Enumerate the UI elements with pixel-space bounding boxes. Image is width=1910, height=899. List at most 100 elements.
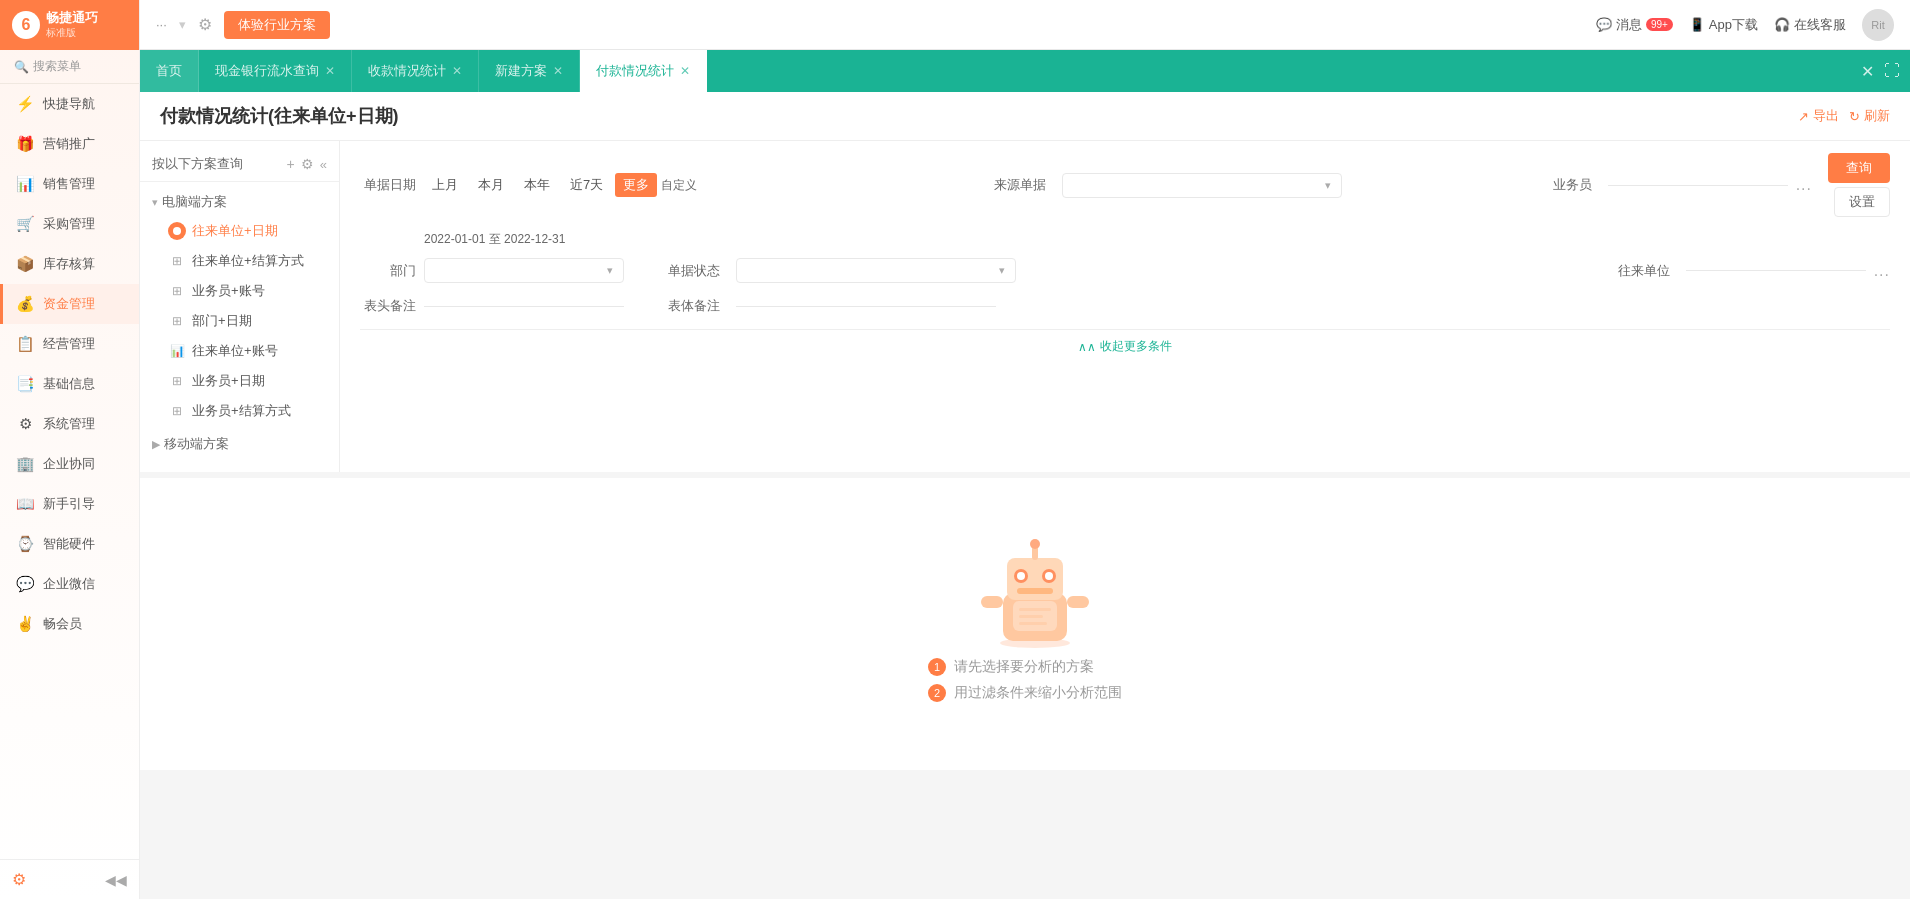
scheme-group-mobile-label: 移动端方案 bbox=[164, 435, 229, 453]
settings-bottom-icon[interactable]: ⚙ bbox=[12, 870, 26, 889]
page-header: 付款情况统计(往来单位+日期) ↗ 导出 ↻ 刷新 bbox=[140, 92, 1910, 141]
svg-rect-15 bbox=[1019, 622, 1047, 625]
table-icon: ⊞ bbox=[168, 372, 186, 390]
partner-dots-button[interactable]: ... bbox=[1874, 262, 1890, 280]
sidebar-item-enterprise[interactable]: 🏢 企业协同 bbox=[0, 444, 139, 484]
date-custom-label[interactable]: 自定义 bbox=[661, 177, 697, 194]
date-preset-this-month[interactable]: 本月 bbox=[470, 173, 512, 197]
tab-payments[interactable]: 付款情况统计 ✕ bbox=[580, 50, 707, 92]
close-new-scheme-icon[interactable]: ✕ bbox=[553, 64, 563, 78]
sidebar-item-basic[interactable]: 📑 基础信息 bbox=[0, 364, 139, 404]
header-note-label: 表头备注 bbox=[360, 297, 424, 315]
scheme-item-label: 部门+日期 bbox=[192, 312, 252, 330]
scheme-item-partner-account[interactable]: 📊 往来单位+账号 bbox=[140, 336, 339, 366]
sidebar-item-guide[interactable]: 📖 新手引导 bbox=[0, 484, 139, 524]
scheme-item-label: 往来单位+结算方式 bbox=[192, 252, 304, 270]
sidebar-bottom: ⚙ ◀◀ bbox=[0, 859, 139, 899]
message-label: 消息 bbox=[1616, 16, 1642, 34]
scheme-group-mobile-title[interactable]: ▶ 移动端方案 bbox=[140, 430, 339, 458]
topbar: ··· ▾ ⚙ 体验行业方案 💬 消息 99+ 📱 App下载 🎧 在线客服 R… bbox=[140, 0, 1910, 50]
sidebar-item-label: 基础信息 bbox=[43, 375, 95, 393]
tab-cash-flow[interactable]: 现金银行流水查询 ✕ bbox=[199, 50, 352, 92]
salesperson-dots-button[interactable]: ... bbox=[1796, 176, 1812, 194]
scheme-item-salesperson-account[interactable]: ⊞ 业务员+账号 bbox=[140, 276, 339, 306]
online-service-button[interactable]: 🎧 在线客服 bbox=[1774, 16, 1846, 34]
system-icon: ⚙ bbox=[15, 414, 35, 434]
scheme-collapse-icon[interactable]: « bbox=[320, 157, 327, 172]
scheme-add-icon[interactable]: + bbox=[287, 156, 295, 172]
breadcrumb: ··· bbox=[156, 17, 167, 32]
tab-home[interactable]: 首页 bbox=[140, 50, 199, 92]
avatar[interactable]: Rit bbox=[1862, 9, 1894, 41]
sidebar-item-quick-nav[interactable]: ⚡ 快捷导航 bbox=[0, 84, 139, 124]
topbar-settings-button[interactable]: ⚙ bbox=[198, 15, 212, 34]
tab-receivables[interactable]: 收款情况统计 ✕ bbox=[352, 50, 479, 92]
scheme-item-dept-date[interactable]: ⊞ 部门+日期 bbox=[140, 306, 339, 336]
query-button[interactable]: 查询 bbox=[1828, 153, 1890, 183]
sidebar-item-label: 营销推广 bbox=[43, 135, 95, 153]
sidebar-collapse-button[interactable]: ◀◀ bbox=[105, 872, 127, 888]
tabbar: 首页 现金银行流水查询 ✕ 收款情况统计 ✕ 新建方案 ✕ 付款情况统计 ✕ ✕… bbox=[140, 50, 1910, 92]
hint-num-1: 1 bbox=[928, 658, 946, 676]
search-icon: 🔍 bbox=[14, 60, 29, 74]
search-label: 搜索菜单 bbox=[33, 58, 81, 75]
industry-btn[interactable]: 体验行业方案 bbox=[224, 11, 330, 39]
quick-nav-icon: ⚡ bbox=[15, 94, 35, 114]
sidebar-item-funds[interactable]: 💰 资金管理 bbox=[0, 284, 139, 324]
scheme-item-label: 往来单位+日期 bbox=[192, 222, 278, 240]
close-all-tabs-icon[interactable]: ✕ bbox=[1861, 62, 1874, 81]
funds-icon: 💰 bbox=[15, 294, 35, 314]
svg-rect-8 bbox=[981, 596, 1003, 608]
scheme-item-partner-date[interactable]: 往来单位+日期 bbox=[140, 216, 339, 246]
sidebar-item-label: 库存核算 bbox=[43, 255, 95, 273]
collapse-label: 收起更多条件 bbox=[1100, 338, 1172, 355]
scheme-item-partner-settlement[interactable]: ⊞ 往来单位+结算方式 bbox=[140, 246, 339, 276]
home-tab-label: 首页 bbox=[156, 62, 182, 80]
table-icon: ⊞ bbox=[168, 402, 186, 420]
source-label: 来源单据 bbox=[990, 176, 1054, 194]
sidebar-item-inventory[interactable]: 📦 库存核算 bbox=[0, 244, 139, 284]
date-preset-this-year[interactable]: 本年 bbox=[516, 173, 558, 197]
settings-button[interactable]: 设置 bbox=[1834, 187, 1890, 217]
date-preset-more[interactable]: 更多 bbox=[615, 173, 657, 197]
sidebar-item-label: 系统管理 bbox=[43, 415, 95, 433]
scheme-group-desktop-title[interactable]: ▾ 电脑端方案 bbox=[140, 188, 339, 216]
expand-tabs-icon[interactable]: ⛶ bbox=[1884, 62, 1900, 80]
sidebar-item-operations[interactable]: 📋 经营管理 bbox=[0, 324, 139, 364]
search-menu[interactable]: 🔍 搜索菜单 bbox=[0, 50, 139, 84]
source-select[interactable]: ▾ bbox=[1062, 173, 1342, 198]
close-cash-flow-icon[interactable]: ✕ bbox=[325, 64, 335, 78]
svg-rect-13 bbox=[1019, 608, 1051, 611]
sidebar-item-marketing[interactable]: 🎁 营销推广 bbox=[0, 124, 139, 164]
chevron-up-icon: ∧∧ bbox=[1078, 340, 1096, 354]
messages-button[interactable]: 💬 消息 99+ bbox=[1596, 16, 1673, 34]
scheme-item-salesperson-settlement[interactable]: ⊞ 业务员+结算方式 bbox=[140, 396, 339, 426]
hardware-icon: ⌚ bbox=[15, 534, 35, 554]
close-receivables-icon[interactable]: ✕ bbox=[452, 64, 462, 78]
wechat-icon: 💬 bbox=[15, 574, 35, 594]
scheme-panel-icons: + ⚙ « bbox=[287, 156, 327, 172]
close-payments-icon[interactable]: ✕ bbox=[680, 64, 690, 78]
date-preset-last-month[interactable]: 上月 bbox=[424, 173, 466, 197]
refresh-button[interactable]: ↻ 刷新 bbox=[1849, 107, 1890, 125]
svg-point-5 bbox=[1017, 572, 1025, 580]
voucher-status-select[interactable]: ▾ bbox=[736, 258, 1016, 283]
hint-text-2: 用过滤条件来缩小分析范围 bbox=[954, 684, 1122, 702]
dept-select[interactable]: ▾ bbox=[424, 258, 624, 283]
sidebar-item-system[interactable]: ⚙ 系统管理 bbox=[0, 404, 139, 444]
sidebar-item-sales[interactable]: 📊 销售管理 bbox=[0, 164, 139, 204]
dept-chevron-icon: ▾ bbox=[607, 264, 613, 277]
tab-new-scheme[interactable]: 新建方案 ✕ bbox=[479, 50, 580, 92]
date-presets: 上月 本月 本年 近7天 更多 自定义 bbox=[424, 173, 697, 197]
date-preset-7days[interactable]: 近7天 bbox=[562, 173, 611, 197]
scheme-panel: 按以下方案查询 + ⚙ « ▾ 电脑端方案 bbox=[140, 141, 340, 472]
sidebar-item-purchase[interactable]: 🛒 采购管理 bbox=[0, 204, 139, 244]
sidebar-item-wechat[interactable]: 💬 企业微信 bbox=[0, 564, 139, 604]
sidebar-item-member[interactable]: ✌ 畅会员 bbox=[0, 604, 139, 644]
scheme-settings-icon[interactable]: ⚙ bbox=[301, 156, 314, 172]
export-button[interactable]: ↗ 导出 bbox=[1798, 107, 1839, 125]
sidebar-item-hardware[interactable]: ⌚ 智能硬件 bbox=[0, 524, 139, 564]
collapse-bar[interactable]: ∧∧ 收起更多条件 bbox=[360, 329, 1890, 363]
scheme-item-salesperson-date[interactable]: ⊞ 业务员+日期 bbox=[140, 366, 339, 396]
app-download-button[interactable]: 📱 App下载 bbox=[1689, 16, 1758, 34]
